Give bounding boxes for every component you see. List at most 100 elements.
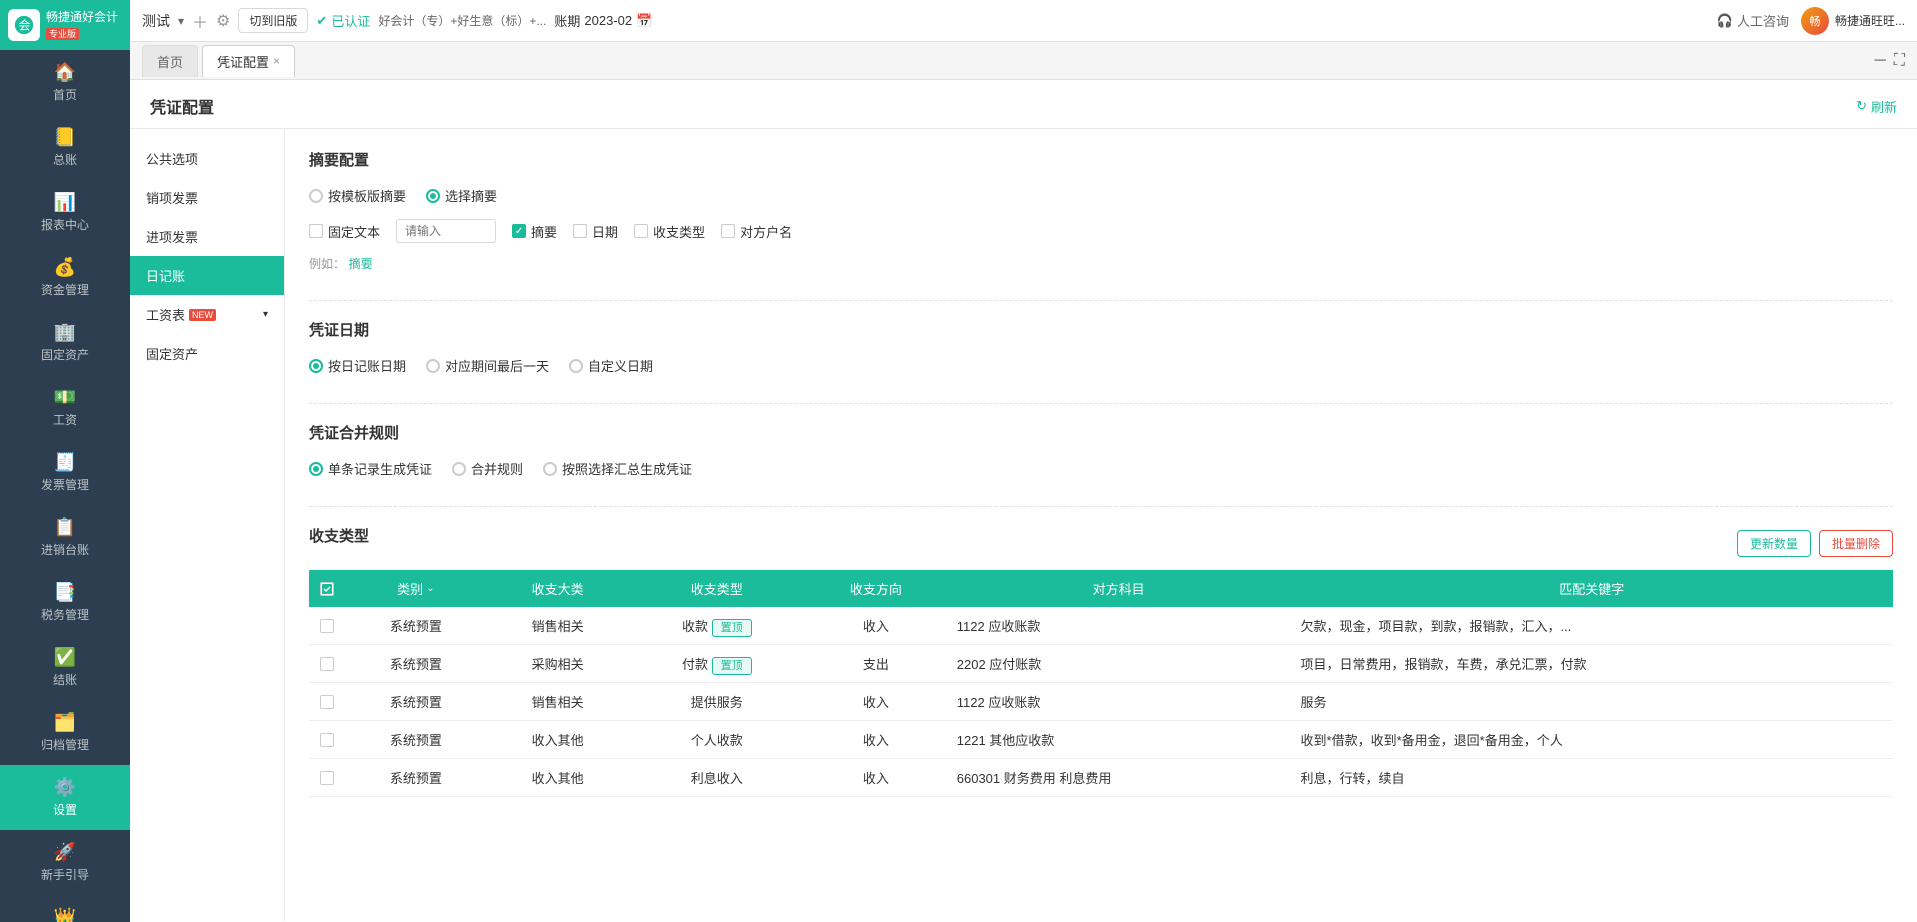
member-icon: 👑 [54, 907, 76, 922]
switch-version-btn[interactable]: 切到旧版 [238, 8, 308, 33]
td-category-2: 系统预置 [345, 645, 487, 683]
merge-radio-summary[interactable]: 按照选择汇总生成凭证 [543, 459, 692, 478]
left-nav-sales-invoice[interactable]: 销项发票 [130, 178, 284, 217]
topbar-settings-icon[interactable]: ⚙ [216, 11, 230, 31]
th-account: 对方科目 [947, 570, 1291, 607]
checkbox-fixed-text[interactable]: 固定文本 [309, 222, 380, 241]
left-nav-journal-label: 日记账 [146, 266, 185, 285]
td-account-5: 660301 财务费用 利息费用 [947, 759, 1291, 797]
summary-radio-select[interactable]: 选择摘要 [426, 186, 497, 205]
topbar-dropdown-icon[interactable]: ▾ [178, 14, 184, 28]
consultant-btn[interactable]: 🎧 人工咨询 [1717, 11, 1789, 30]
sidebar-item-home[interactable]: 🏠 首页 [0, 50, 130, 115]
fixed-text-input[interactable] [396, 219, 496, 243]
td-direction-1: 收入 [805, 607, 947, 645]
summary-radio-template[interactable]: 按模板版摘要 [309, 186, 406, 205]
td-type-3: 提供服务 [629, 683, 805, 721]
left-nav-purchase-invoice[interactable]: 进项发票 [130, 217, 284, 256]
row-checkbox-2[interactable] [320, 657, 334, 671]
checkbox-date[interactable]: 日期 [573, 222, 618, 241]
inner-layout: 公共选项 销项发票 进项发票 日记账 工资表 NEW ▾ 固定资产 [130, 129, 1917, 921]
sidebar-label-ledger: 总账 [53, 151, 77, 168]
td-keywords-4: 收到*借款，收到*备用金，退回*备用金，个人 [1291, 721, 1893, 759]
tab-close-icon[interactable]: × [273, 54, 280, 68]
income-type-box [634, 224, 648, 238]
topbar-add-btn[interactable]: ＋ [192, 9, 208, 33]
top-tag-1[interactable]: 置顶 [712, 619, 752, 637]
left-nav-fixed-assets-label: 固定资产 [146, 344, 198, 363]
invoices-icon: 🧾 [54, 452, 76, 473]
logo-text: 畅捷通好会计 [46, 10, 118, 26]
topbar-period: 账期 2023-02 📅 [554, 11, 652, 30]
refresh-btn[interactable]: ↻ 刷新 [1856, 97, 1897, 116]
date-radio-journal[interactable]: 按日记账日期 [309, 356, 406, 375]
summary-label: 摘要 [531, 222, 557, 241]
sidebar-label-purchase: 进销台账 [41, 541, 89, 558]
tab-home[interactable]: 首页 [142, 45, 198, 77]
sidebar-item-ledger[interactable]: 📒 总账 [0, 115, 130, 180]
username: 畅捷通旺旺... [1835, 12, 1905, 29]
merge-rules-title: 凭证合并规则 [309, 422, 1893, 443]
sidebar-label-archive: 归档管理 [41, 736, 89, 753]
income-expense-title: 收支类型 [309, 525, 369, 546]
consultant-label: 人工咨询 [1737, 11, 1789, 30]
sidebar-item-settings[interactable]: ⚙️ 设置 [0, 765, 130, 830]
checkbox-counterparty[interactable]: 对方户名 [721, 222, 792, 241]
td-keywords-1: 欠款，现金，项目款，到款，报销款，汇入，... [1291, 607, 1893, 645]
merge-radio-single[interactable]: 单条记录生成凭证 [309, 459, 432, 478]
th-direction: 收支方向 [805, 570, 947, 607]
update-count-btn[interactable]: 更新数量 [1737, 530, 1811, 557]
th-keywords: 匹配关键字 [1291, 570, 1893, 607]
sidebar-item-assets[interactable]: 🏢 固定资产 [0, 310, 130, 375]
date-radio-custom[interactable]: 自定义日期 [569, 356, 653, 375]
window-maximize-icon[interactable]: ⛶ [1894, 52, 1905, 70]
window-minimize-icon[interactable]: ─ [1874, 52, 1885, 70]
user-profile[interactable]: 畅 畅捷通旺旺... [1801, 7, 1905, 35]
table-row: 系统预置 销售相关 收款 置顶 收入 1122 应收账款 欠款，现金，项目款，到… [309, 607, 1893, 645]
topbar-title: 测试 [142, 11, 170, 31]
row-checkbox-4[interactable] [320, 733, 334, 747]
sidebar-item-invoices[interactable]: 🧾 发票管理 [0, 440, 130, 505]
th-type: 收支类型 [629, 570, 805, 607]
row-checkbox-5[interactable] [320, 771, 334, 785]
top-tag-2[interactable]: 置顶 [712, 657, 752, 675]
logo-badge: 专业版 [46, 28, 79, 40]
date-radio-period-end[interactable]: 对应期间最后一天 [426, 356, 549, 375]
sidebar-item-purchase[interactable]: 📋 进销台账 [0, 505, 130, 570]
tab-voucher-config[interactable]: 凭证配置 × [202, 45, 295, 77]
th-category[interactable]: 类别 ⌄ [345, 570, 487, 607]
tab-home-label: 首页 [157, 52, 183, 71]
row-checkbox-1[interactable] [320, 619, 334, 633]
summary-box: ✓ [512, 224, 526, 238]
date-radio-custom-circle [569, 359, 583, 373]
sidebar-label-funds: 资金管理 [41, 281, 89, 298]
sidebar-item-guide[interactable]: 🚀 新手引导 [0, 830, 130, 895]
sidebar-item-payroll[interactable]: 💵 工资 [0, 375, 130, 440]
checkbox-income-type[interactable]: 收支类型 [634, 222, 705, 241]
batch-delete-btn[interactable]: 批量删除 [1819, 530, 1893, 557]
sidebar-item-tax[interactable]: 📑 税务管理 [0, 570, 130, 635]
sidebar-item-reports[interactable]: 📊 报表中心 [0, 180, 130, 245]
checkbox-summary[interactable]: ✓ 摘要 [512, 222, 557, 241]
td-category-5: 系统预置 [345, 759, 487, 797]
sidebar-item-close[interactable]: ✅ 结账 [0, 635, 130, 700]
table-header-row: 收支类型 更新数量 批量删除 [309, 525, 1893, 562]
sidebar-item-archive[interactable]: 🗂️ 归档管理 [0, 700, 130, 765]
guide-icon: 🚀 [54, 842, 76, 863]
tax-icon: 📑 [54, 582, 76, 603]
select-all-checkbox[interactable] [320, 582, 334, 596]
table-row: 系统预置 收入其他 利息收入 收入 660301 财务费用 利息费用 利息，行转… [309, 759, 1893, 797]
date-radio-custom-label: 自定义日期 [588, 356, 653, 375]
merge-radio-rules[interactable]: 合并规则 [452, 459, 523, 478]
calendar-icon[interactable]: 📅 [636, 13, 652, 29]
td-major-2: 采购相关 [487, 645, 629, 683]
td-direction-3: 收入 [805, 683, 947, 721]
left-nav-journal[interactable]: 日记账 [130, 256, 284, 295]
sidebar-item-member[interactable]: 👑 畅会员 [0, 895, 130, 922]
left-nav-fixed-assets[interactable]: 固定资产 [130, 334, 284, 373]
left-nav-public[interactable]: 公共选项 [130, 139, 284, 178]
sidebar: 会 畅捷通好会计 专业版 🏠 首页 📒 总账 📊 报表中心 💰 资金管理 🏢 固… [0, 0, 130, 922]
left-nav-payroll[interactable]: 工资表 NEW ▾ [130, 295, 284, 334]
row-checkbox-3[interactable] [320, 695, 334, 709]
sidebar-item-funds[interactable]: 💰 资金管理 [0, 245, 130, 310]
